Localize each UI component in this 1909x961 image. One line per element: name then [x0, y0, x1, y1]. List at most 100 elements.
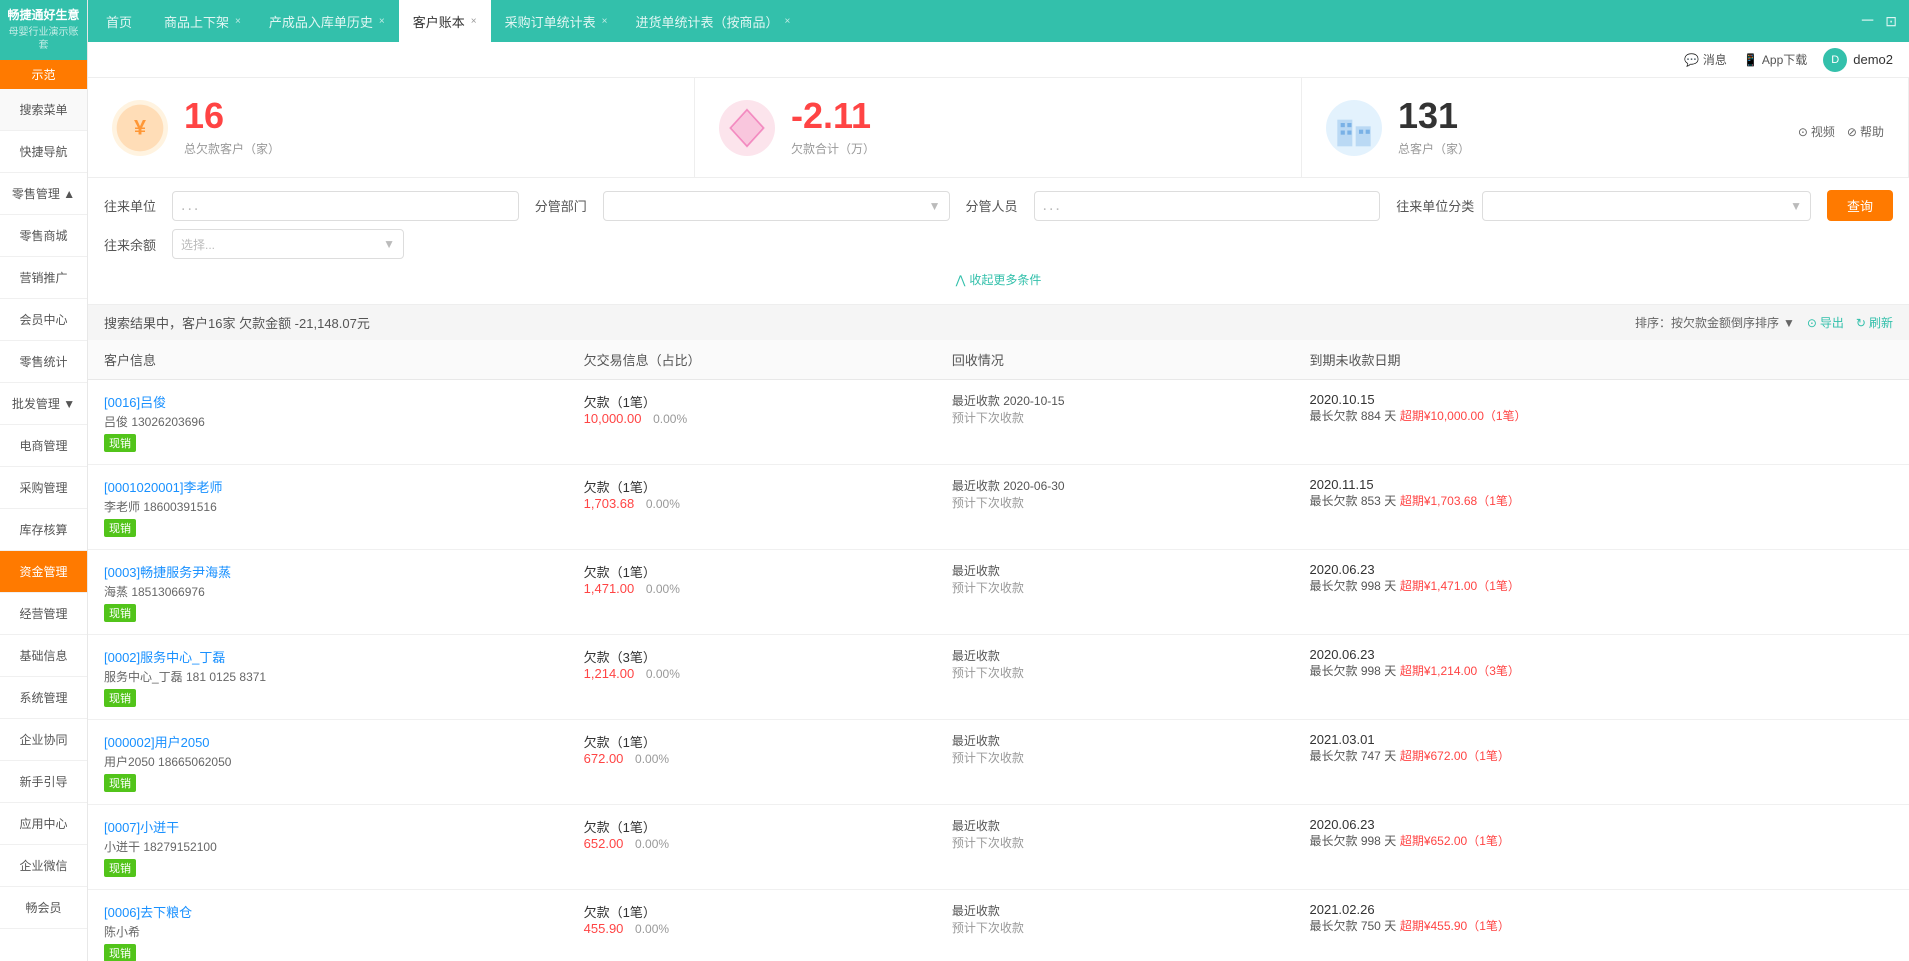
tab-purchase-stat-product-close[interactable]: × — [784, 16, 790, 27]
video-btn[interactable]: ⊙ 视频 — [1798, 123, 1835, 140]
filter-item-unit: 往来单位 ... — [104, 191, 519, 221]
customer-name-link-3[interactable]: [0002]服务中心_丁磊 — [104, 650, 225, 665]
cell-debt-info-4: 欠款（1笔） 672.00 0.00% — [568, 720, 936, 805]
cell-due-date-4: 2021.03.01 最长欠款 747 天 超期¥672.00（1笔） — [1294, 720, 1909, 805]
customer-name-link-4[interactable]: [000002]用户2050 — [104, 735, 210, 750]
overdue-text-0[interactable]: 超期¥10,000.00（1笔） — [1400, 409, 1527, 423]
debt-amount-6[interactable]: 455.90 — [584, 921, 624, 936]
nav-item-purchase[interactable]: 采购管理 — [0, 467, 87, 509]
nav-item-changhui[interactable]: 畅会员 — [0, 887, 87, 929]
cell-due-date-1: 2020.11.15 最长欠款 853 天 超期¥1,703.68（1笔） — [1294, 465, 1909, 550]
overdue-text-4[interactable]: 超期¥672.00（1笔） — [1400, 749, 1510, 763]
user-menu[interactable]: D demo2 — [1823, 48, 1893, 72]
nav-item-marketing[interactable]: 营销推广 — [0, 257, 87, 299]
tab-product-listing-close[interactable]: × — [235, 16, 241, 27]
customer-name-link-5[interactable]: [0007]小迸干 — [104, 820, 179, 835]
filter-item-dept: 分管部门 ▼ — [535, 191, 950, 221]
debt-amount-4[interactable]: 672.00 — [584, 751, 624, 766]
debt-amount-0[interactable]: 10,000.00 — [584, 411, 642, 426]
sort-btn[interactable]: 排序：按欠款金额倒序排序 ▼ — [1635, 314, 1795, 331]
nav-item-batch-mgmt[interactable]: 批发管理 ▼ — [0, 383, 87, 425]
search-button[interactable]: 查询 — [1827, 190, 1893, 221]
nav-item-member[interactable]: 会员中心 — [0, 299, 87, 341]
customer-tag-3: 现销 — [104, 689, 136, 707]
tab-purchase-history-close[interactable]: × — [379, 16, 385, 27]
overdue-text-2[interactable]: 超期¥1,471.00（1笔） — [1400, 579, 1520, 593]
message-icon: 💬 — [1684, 53, 1699, 67]
page-content: 💬 消息 📱 App下载 D demo2 ¥ — [88, 42, 1909, 961]
nav-item-wechat[interactable]: 企业微信 — [0, 845, 87, 887]
next-collection-3: 预计下次收款 — [952, 664, 1278, 681]
filter-input-person[interactable]: ... — [1034, 191, 1381, 221]
help-label: 帮助 — [1860, 123, 1884, 140]
overdue-text-3[interactable]: 超期¥1,214.00（3笔） — [1400, 664, 1520, 678]
tab-purchase-order-stat-close[interactable]: × — [602, 16, 608, 27]
customer-phone-0: 吕俊 13026203696 — [104, 413, 552, 430]
tab-purchase-history[interactable]: 产成品入库单历史 × — [255, 0, 399, 42]
filter-select-dept[interactable]: ▼ — [603, 191, 950, 221]
diamond-icon-svg — [722, 103, 772, 153]
app-download-btn[interactable]: 📱 App下载 — [1743, 51, 1807, 68]
nav-item-inventory[interactable]: 库存核算 — [0, 509, 87, 551]
tab-product-listing[interactable]: 商品上下架 × — [150, 0, 255, 42]
tab-home[interactable]: 首页 — [88, 0, 150, 42]
tab-purchase-stat-product[interactable]: 进货单统计表（按商品） × — [621, 0, 804, 42]
filter-input-unit[interactable]: ... — [172, 191, 519, 221]
tab-purchase-order-stat[interactable]: 采购订单统计表 × — [491, 0, 622, 42]
logo-text: 畅捷通好生意 — [4, 8, 83, 24]
tab-customer-account[interactable]: 客户账本 × — [399, 0, 491, 42]
nav-item-collab[interactable]: 企业协同 — [0, 719, 87, 761]
nav-item-quick[interactable]: 快捷导航 — [0, 131, 87, 173]
nav-item-newuser[interactable]: 新手引导 — [0, 761, 87, 803]
nav-item-apps[interactable]: 应用中心 — [0, 803, 87, 845]
maximize-icon[interactable]: ⊡ — [1881, 9, 1901, 34]
nav-item-base[interactable]: 基础信息 — [0, 635, 87, 677]
debt-amount-2[interactable]: 1,471.00 — [584, 581, 635, 596]
customer-tag-0: 现销 — [104, 434, 136, 452]
nav-item-system[interactable]: 系统管理 — [0, 677, 87, 719]
customer-name-link-6[interactable]: [0006]去下粮仓 — [104, 905, 192, 920]
logo[interactable]: 畅捷通好生意 母婴行业演示账套 — [0, 0, 87, 60]
overdue-text-1[interactable]: 超期¥1,703.68（1笔） — [1400, 494, 1520, 508]
debt-pct-3: 0.00% — [646, 667, 680, 681]
stat-label-owed-customers: 总欠款客户（家） — [184, 140, 280, 157]
nav-item-finance[interactable]: 资金管理 — [0, 551, 87, 593]
nav-item-retail-mall[interactable]: 零售商城 — [0, 215, 87, 257]
nav-item-ecom[interactable]: 电商管理 — [0, 425, 87, 467]
col-header-customer: 客户信息 — [88, 340, 568, 380]
message-btn[interactable]: 💬 消息 — [1684, 51, 1727, 68]
overdue-days-1: 最长欠款 853 天 — [1310, 494, 1397, 508]
table-header-row: 客户信息 欠交易信息（占比） 回收情况 到期未收款日期 — [88, 340, 1909, 380]
stat-icon-yuan: ¥ — [112, 100, 168, 156]
video-icon: ⊙ — [1798, 125, 1808, 139]
customer-tag-4: 现销 — [104, 774, 136, 792]
minimize-icon[interactable]: ─ — [1858, 8, 1877, 34]
nav-item-operation[interactable]: 经营管理 — [0, 593, 87, 635]
help-btn[interactable]: ⊘ 帮助 — [1847, 123, 1884, 140]
customer-name-link-2[interactable]: [0003]畅捷服务尹海蒸 — [104, 565, 231, 580]
overdue-text-6[interactable]: 超期¥455.90（1笔） — [1400, 919, 1510, 933]
overdue-text-5[interactable]: 超期¥652.00（1笔） — [1400, 834, 1510, 848]
col-header-collection: 回收情况 — [936, 340, 1294, 380]
filter-dept-arrow: ▼ — [929, 199, 941, 213]
app-download-icon: 📱 — [1743, 53, 1758, 67]
stats-bar: ¥ 16 总欠款客户（家） -2.11 欠款合计（万 — [88, 78, 1909, 178]
tab-customer-account-close[interactable]: × — [471, 16, 477, 27]
nav-item-retail-stat[interactable]: 零售统计 — [0, 341, 87, 383]
collapse-filter-btn[interactable]: ⋀ 收起更多条件 — [104, 267, 1893, 296]
customer-name-link-0[interactable]: [0016]吕俊 — [104, 395, 166, 410]
last-collection-3: 最近收款 — [952, 647, 1278, 664]
filter-select-balance[interactable]: 选择... ▼ — [172, 229, 404, 259]
customer-name-link-1[interactable]: [0001020001]李老师 — [104, 480, 223, 495]
nav-item-search[interactable]: 搜索菜单 — [0, 89, 87, 131]
debt-amount-1[interactable]: 1,703.68 — [584, 496, 635, 511]
filter-label-person: 分管人员 — [966, 196, 1026, 215]
filter-select-category[interactable]: ▼ — [1482, 191, 1811, 221]
nav-item-retail-mgmt[interactable]: 零售管理 ▲ — [0, 173, 87, 215]
table-row: [0007]小迸干 小迸干 18279152100 现销 欠款（1笔） 652.… — [88, 805, 1909, 890]
export-btn[interactable]: ⊙ 导出 — [1807, 314, 1844, 331]
debt-amount-3[interactable]: 1,214.00 — [584, 666, 635, 681]
refresh-btn[interactable]: ↻ 刷新 — [1856, 314, 1893, 331]
debt-amount-5[interactable]: 652.00 — [584, 836, 624, 851]
overdue-days-5: 最长欠款 998 天 — [1310, 834, 1397, 848]
